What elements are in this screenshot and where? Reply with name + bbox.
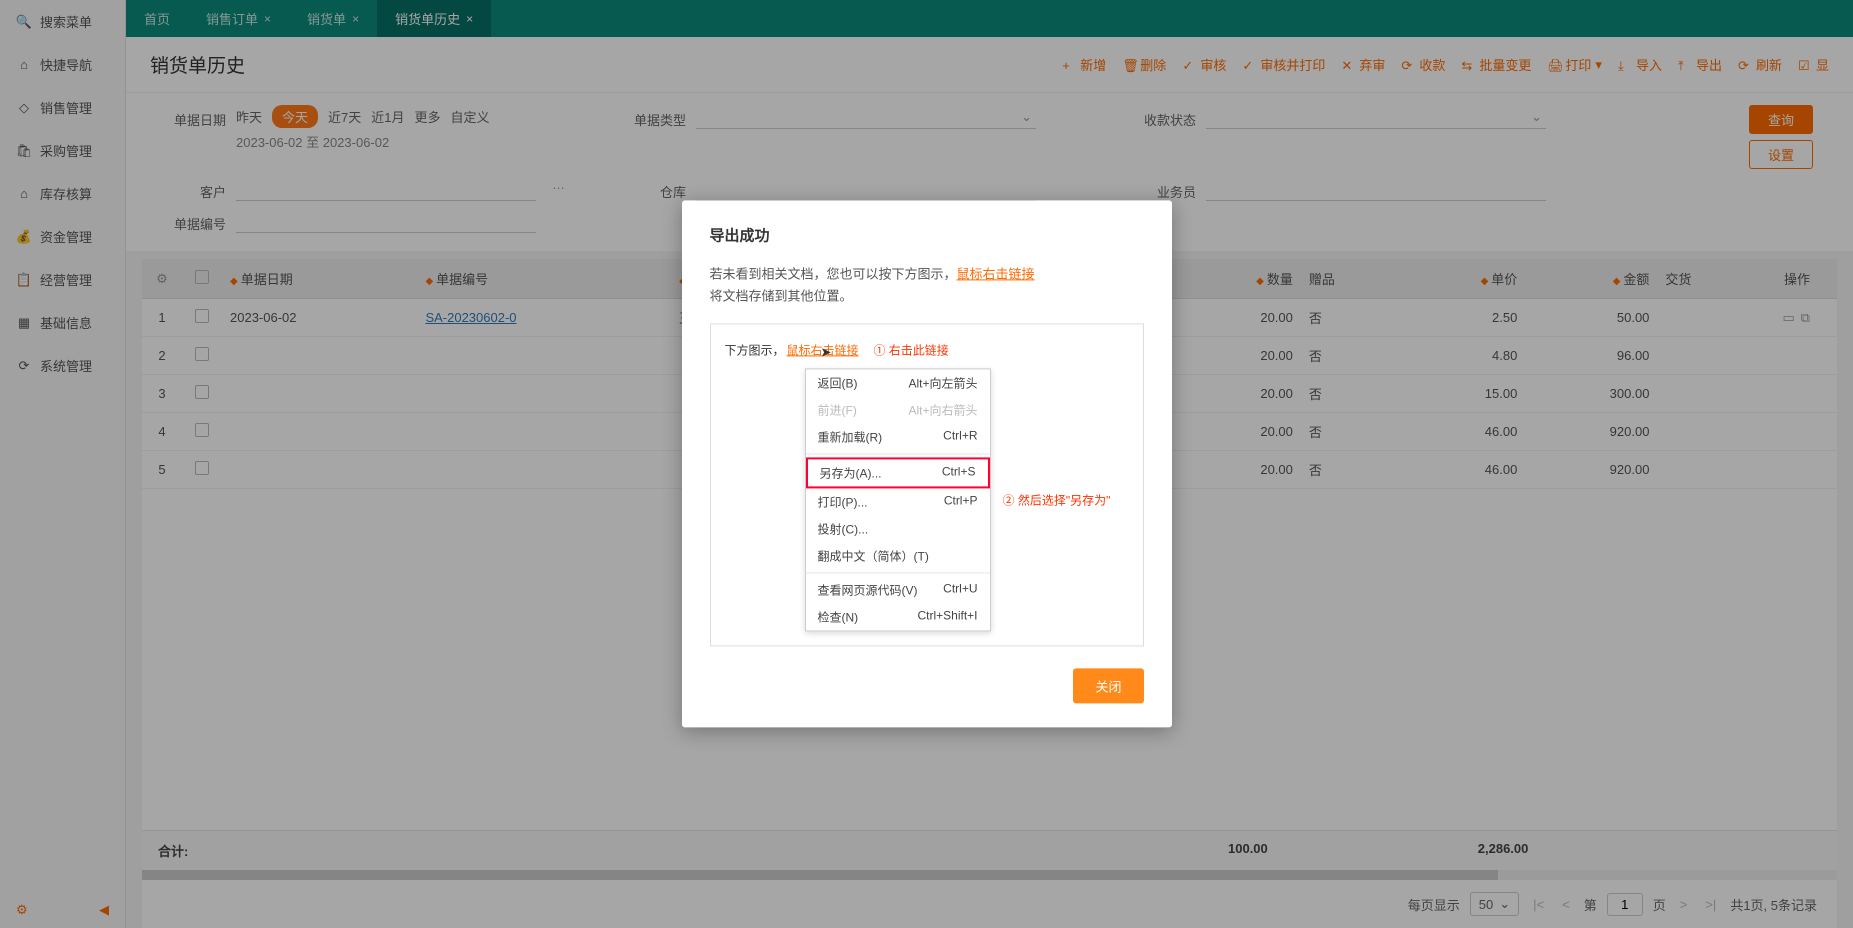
modal-body-text: 若未看到相关文档，您也可以按下方图示，鼠标右击链接 将文档存储到其他位置。 bbox=[710, 263, 1144, 307]
export-success-modal: 导出成功 若未看到相关文档，您也可以按下方图示，鼠标右击链接 将文档存储到其他位… bbox=[682, 200, 1172, 727]
context-menu-item: 另存为(A)...Ctrl+S bbox=[806, 458, 990, 489]
context-menu-item: 投射(C)... bbox=[806, 516, 990, 543]
annotation-1: ① 右击此链接 bbox=[873, 341, 948, 358]
context-menu-item: 重新加载(R)Ctrl+R bbox=[806, 424, 990, 451]
context-menu-item: 打印(P)...Ctrl+P bbox=[806, 489, 990, 516]
cursor-icon: ➤ bbox=[821, 345, 832, 361]
right-click-link[interactable]: 鼠标右击链接 bbox=[957, 266, 1035, 281]
context-menu-item: 翻成中文（简体）(T) bbox=[806, 543, 990, 570]
context-menu-item: 查看网页源代码(V)Ctrl+U bbox=[806, 577, 990, 604]
modal-title: 导出成功 bbox=[710, 224, 1144, 245]
context-menu-item: 检查(N)Ctrl+Shift+I bbox=[806, 604, 990, 631]
context-menu-item: 前进(F)Alt+向右箭头 bbox=[806, 397, 990, 424]
close-button[interactable]: 关闭 bbox=[1073, 669, 1143, 704]
context-menu-demo: 返回(B)Alt+向左箭头前进(F)Alt+向右箭头重新加载(R)Ctrl+R 另… bbox=[805, 369, 991, 632]
context-menu-item: 返回(B)Alt+向左箭头 bbox=[806, 370, 990, 397]
instruction-image: 下方图示， 鼠标右击链接 ➤ ① 右击此链接 返回(B)Alt+向左箭头前进(F… bbox=[710, 324, 1144, 647]
annotation-2: ② 然后选择"另存为" bbox=[1003, 492, 1111, 509]
